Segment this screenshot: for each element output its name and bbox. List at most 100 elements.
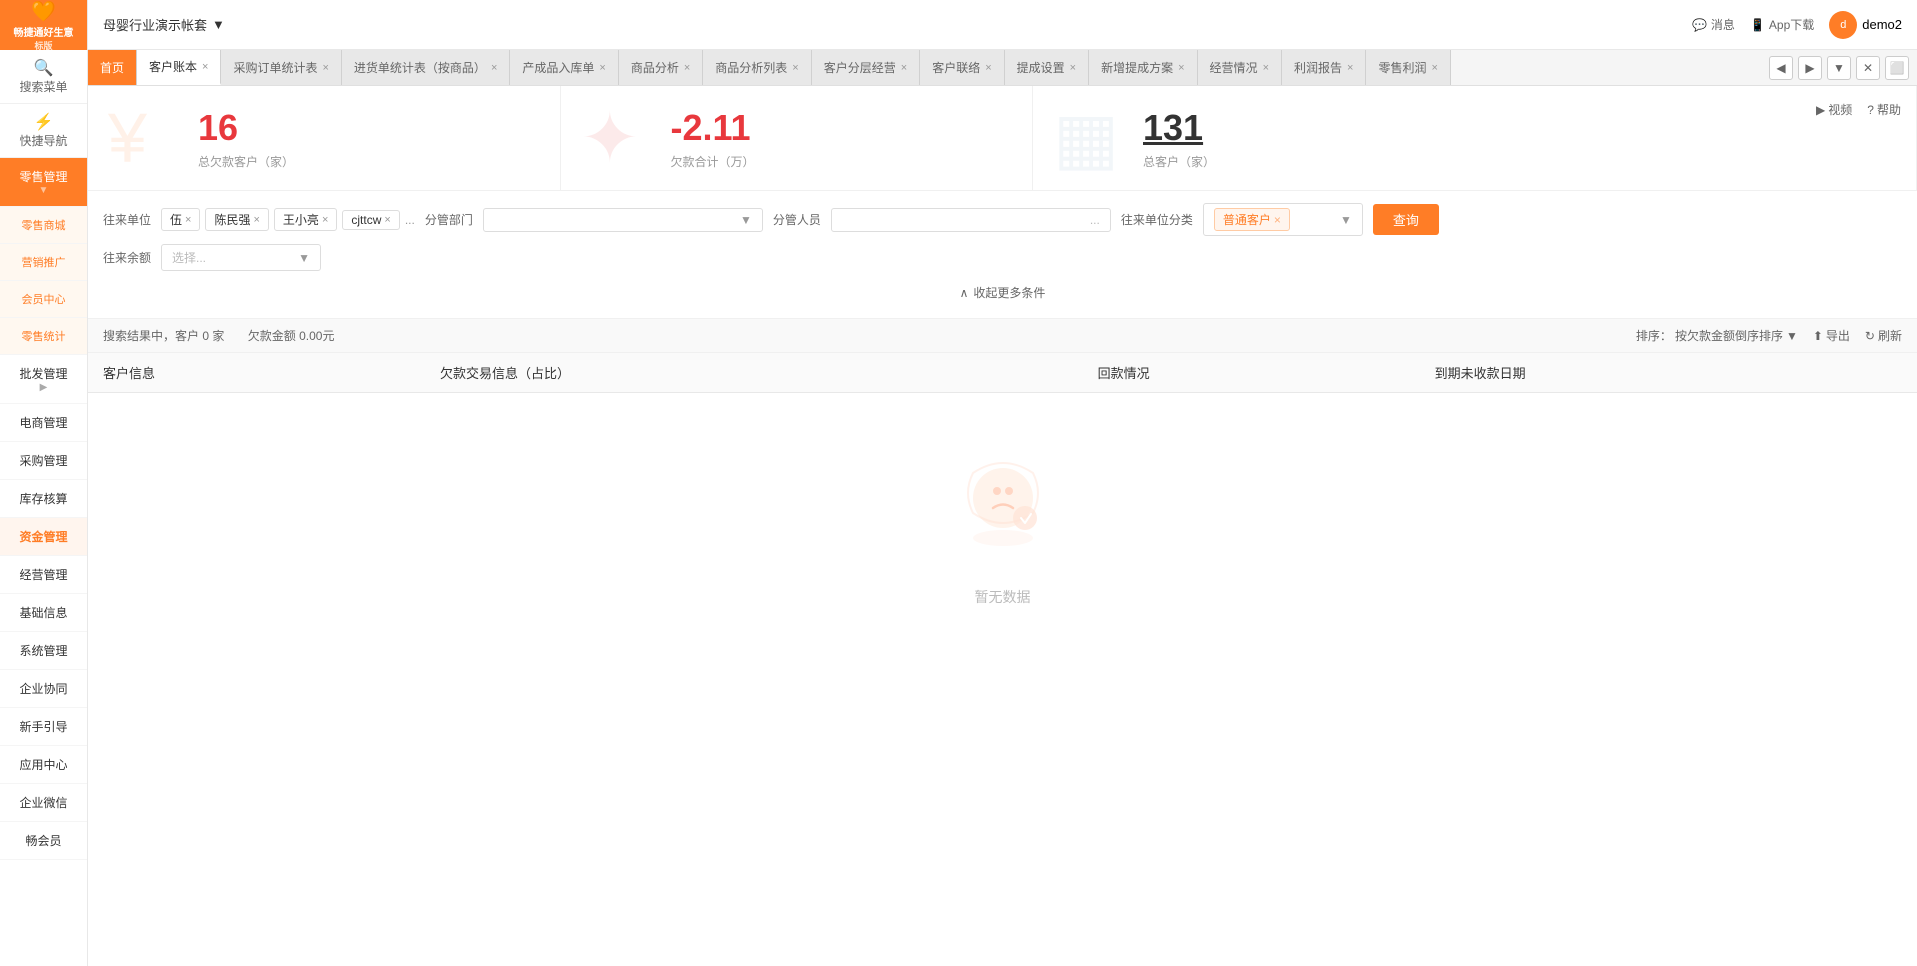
filter-tag-wang: 王小亮 ×: [274, 208, 337, 231]
sidebar-item-ecommerce-mgmt[interactable]: 电商管理: [0, 404, 87, 442]
export-button[interactable]: ⬆ 导出: [1813, 327, 1850, 344]
query-button[interactable]: 查询: [1373, 204, 1439, 235]
tab-inbound-stats[interactable]: 进货单统计表（按商品） ×: [342, 50, 510, 85]
logo-text: 畅捷通好生意: [14, 24, 74, 39]
tab-inbound-stats-label: 进货单统计表（按商品）: [354, 59, 486, 76]
tab-customer-tier-close[interactable]: ×: [901, 62, 907, 74]
stat1-value: 16: [198, 106, 294, 149]
filter-tag-wang-remove[interactable]: ×: [322, 214, 328, 226]
tab-new-achievement[interactable]: 新增提成方案 ×: [1089, 50, 1197, 85]
tab-product-analysis-label: 商品分析: [631, 59, 679, 76]
tab-purchase-order-stats[interactable]: 采购订单统计表 ×: [221, 50, 341, 85]
tab-purchase-order-close[interactable]: ×: [322, 62, 328, 74]
sidebar-item-enterprise-wechat[interactable]: 企业微信: [0, 784, 87, 822]
header-left: 母婴行业演示帐套 ▼: [103, 15, 225, 34]
tab-profit-close[interactable]: ×: [1347, 62, 1353, 74]
sidebar-item-business-mgmt[interactable]: 经营管理: [0, 556, 87, 594]
tab-product-analysis-close[interactable]: ×: [684, 62, 690, 74]
filter-tag-chen-remove[interactable]: ×: [253, 214, 259, 226]
tab-retail-profit[interactable]: 零售利润 ×: [1366, 50, 1450, 85]
tab-product-inbound[interactable]: 产成品入库单 ×: [510, 50, 618, 85]
stat-card-total-customers: ▦ 131 总客户（家） ▶ 视频 ? 帮助: [1033, 86, 1917, 190]
tab-customer-contact[interactable]: 客户联络 ×: [920, 50, 1004, 85]
stat2-value: -2.11: [671, 106, 755, 149]
tab-maximize-button[interactable]: ⬜: [1885, 56, 1909, 80]
tab-menu-button[interactable]: ▼: [1827, 56, 1851, 80]
sidebar-item-quick-nav[interactable]: ⚡ 快捷导航: [0, 104, 87, 158]
tab-customer-book-close[interactable]: ×: [202, 61, 208, 73]
app-download-button[interactable]: 📱 App下载: [1750, 16, 1814, 33]
sidebar-new-guide-label: 新手引导: [19, 720, 67, 734]
tab-customer-tier[interactable]: 客户分层经营 ×: [812, 50, 920, 85]
user-info[interactable]: d demo2: [1829, 11, 1902, 39]
sidebar-item-inventory-check[interactable]: 库存核算: [0, 480, 87, 518]
workspace-selector[interactable]: 母婴行业演示帐套 ▼: [103, 15, 225, 34]
filter-tag-wu-remove[interactable]: ×: [185, 214, 191, 226]
stats-section: ¥ 16 总欠款客户（家） ✦ -2.11 欠款合计（万） ▦ 131 总: [88, 86, 1917, 191]
tab-product-analysis[interactable]: 商品分析 ×: [619, 50, 703, 85]
sidebar-item-purchase-mgmt[interactable]: 采购管理: [0, 442, 87, 480]
sidebar-item-free-member[interactable]: 畅会员: [0, 822, 87, 860]
sidebar-item-new-guide[interactable]: 新手引导: [0, 708, 87, 746]
sidebar-search-label: 搜索菜单: [10, 78, 77, 95]
message-button[interactable]: 💬 消息: [1692, 16, 1735, 33]
sidebar-item-retail-mall[interactable]: 零售商城: [0, 207, 87, 244]
sidebar-basic-info-label: 基础信息: [19, 606, 67, 620]
tab-inbound-close[interactable]: ×: [491, 62, 497, 74]
sidebar-item-member-center[interactable]: 会员中心: [0, 281, 87, 318]
tab-new-achievement-close[interactable]: ×: [1178, 62, 1184, 74]
tab-customer-book[interactable]: 客户账本 ×: [137, 50, 221, 85]
tab-retail-profit-close[interactable]: ×: [1431, 62, 1437, 74]
filter-dept-label: 分管部门: [425, 211, 473, 228]
tab-remind-settings[interactable]: 提成设置 ×: [1005, 50, 1089, 85]
tab-business-status-close[interactable]: ×: [1263, 62, 1269, 74]
sidebar-item-marketing[interactable]: 营销推广: [0, 244, 87, 281]
export-label: 导出: [1826, 327, 1850, 344]
sidebar-retail-label: 零售管理: [5, 168, 82, 185]
customer-count: 0: [202, 329, 209, 343]
filter-person-select[interactable]: ...: [831, 208, 1111, 232]
filter-unit-class-remove[interactable]: ×: [1274, 213, 1281, 227]
tab-home[interactable]: 首页: [88, 50, 137, 85]
refresh-icon: ↻: [1865, 329, 1875, 343]
sidebar-item-capital-mgmt[interactable]: 资金管理: [0, 518, 87, 556]
debt-amount: 0.00元: [299, 329, 334, 343]
filter-person-more: ...: [1090, 213, 1100, 227]
tab-next-button[interactable]: ▶: [1798, 56, 1822, 80]
filter-dept-select[interactable]: ▼: [483, 208, 763, 232]
tab-prev-button[interactable]: ◀: [1769, 56, 1793, 80]
tab-product-analysis-list-close[interactable]: ×: [792, 62, 798, 74]
tab-product-analysis-list[interactable]: 商品分析列表 ×: [703, 50, 811, 85]
top-header: 母婴行业演示帐套 ▼ 💬 消息 📱 App下载 d demo2: [88, 0, 1917, 50]
filter-unit-class-select[interactable]: 普通客户 × ▼: [1203, 203, 1363, 236]
help-action-button[interactable]: ? 帮助: [1867, 101, 1901, 118]
tab-profit-report[interactable]: 利润报告 ×: [1282, 50, 1366, 85]
tab-business-status[interactable]: 经营情况 ×: [1198, 50, 1282, 85]
sidebar-item-retail-stats[interactable]: 零售统计: [0, 318, 87, 355]
filter-tag-cjttcw-remove[interactable]: ×: [384, 214, 390, 226]
filter-balance-select[interactable]: 选择... ▼: [161, 244, 321, 271]
sidebar-item-app-center[interactable]: 应用中心: [0, 746, 87, 784]
tab-new-achievement-label: 新增提成方案: [1101, 59, 1173, 76]
sidebar-free-member-label: 畅会员: [25, 834, 61, 848]
tab-close-all-button[interactable]: ✕: [1856, 56, 1880, 80]
debt-prefix: 欠款金额: [248, 329, 296, 343]
sidebar-item-basic-info[interactable]: 基础信息: [0, 594, 87, 632]
sidebar-item-retail-mgmt[interactable]: 零售管理 ▼: [0, 158, 87, 207]
tab-remind-close[interactable]: ×: [1070, 62, 1076, 74]
filter-collapse-button[interactable]: ∧ 收起更多条件: [103, 279, 1902, 306]
tab-product-inbound-close[interactable]: ×: [599, 62, 605, 74]
sidebar-item-enterprise-collab[interactable]: 企业协同: [0, 670, 87, 708]
sidebar-item-search-menu[interactable]: 🔍 搜索菜单: [0, 50, 87, 104]
tab-customer-contact-close[interactable]: ×: [985, 62, 991, 74]
refresh-button[interactable]: ↻ 刷新: [1865, 327, 1902, 344]
sidebar-item-wholesale-mgmt[interactable]: 批发管理 ▶: [0, 355, 87, 404]
filter-more-button[interactable]: ...: [405, 213, 415, 227]
sidebar-ecommerce-label: 电商管理: [19, 416, 67, 430]
sidebar-purchase-label: 采购管理: [19, 454, 67, 468]
sort-selector[interactable]: 排序： 按欠款金额倒序排序 ▼: [1636, 327, 1798, 344]
empty-text: 暂无数据: [975, 587, 1031, 607]
sidebar-item-system-mgmt[interactable]: 系统管理: [0, 632, 87, 670]
sidebar-business-label: 经营管理: [19, 568, 67, 582]
video-action-button[interactable]: ▶ 视频: [1816, 101, 1852, 118]
